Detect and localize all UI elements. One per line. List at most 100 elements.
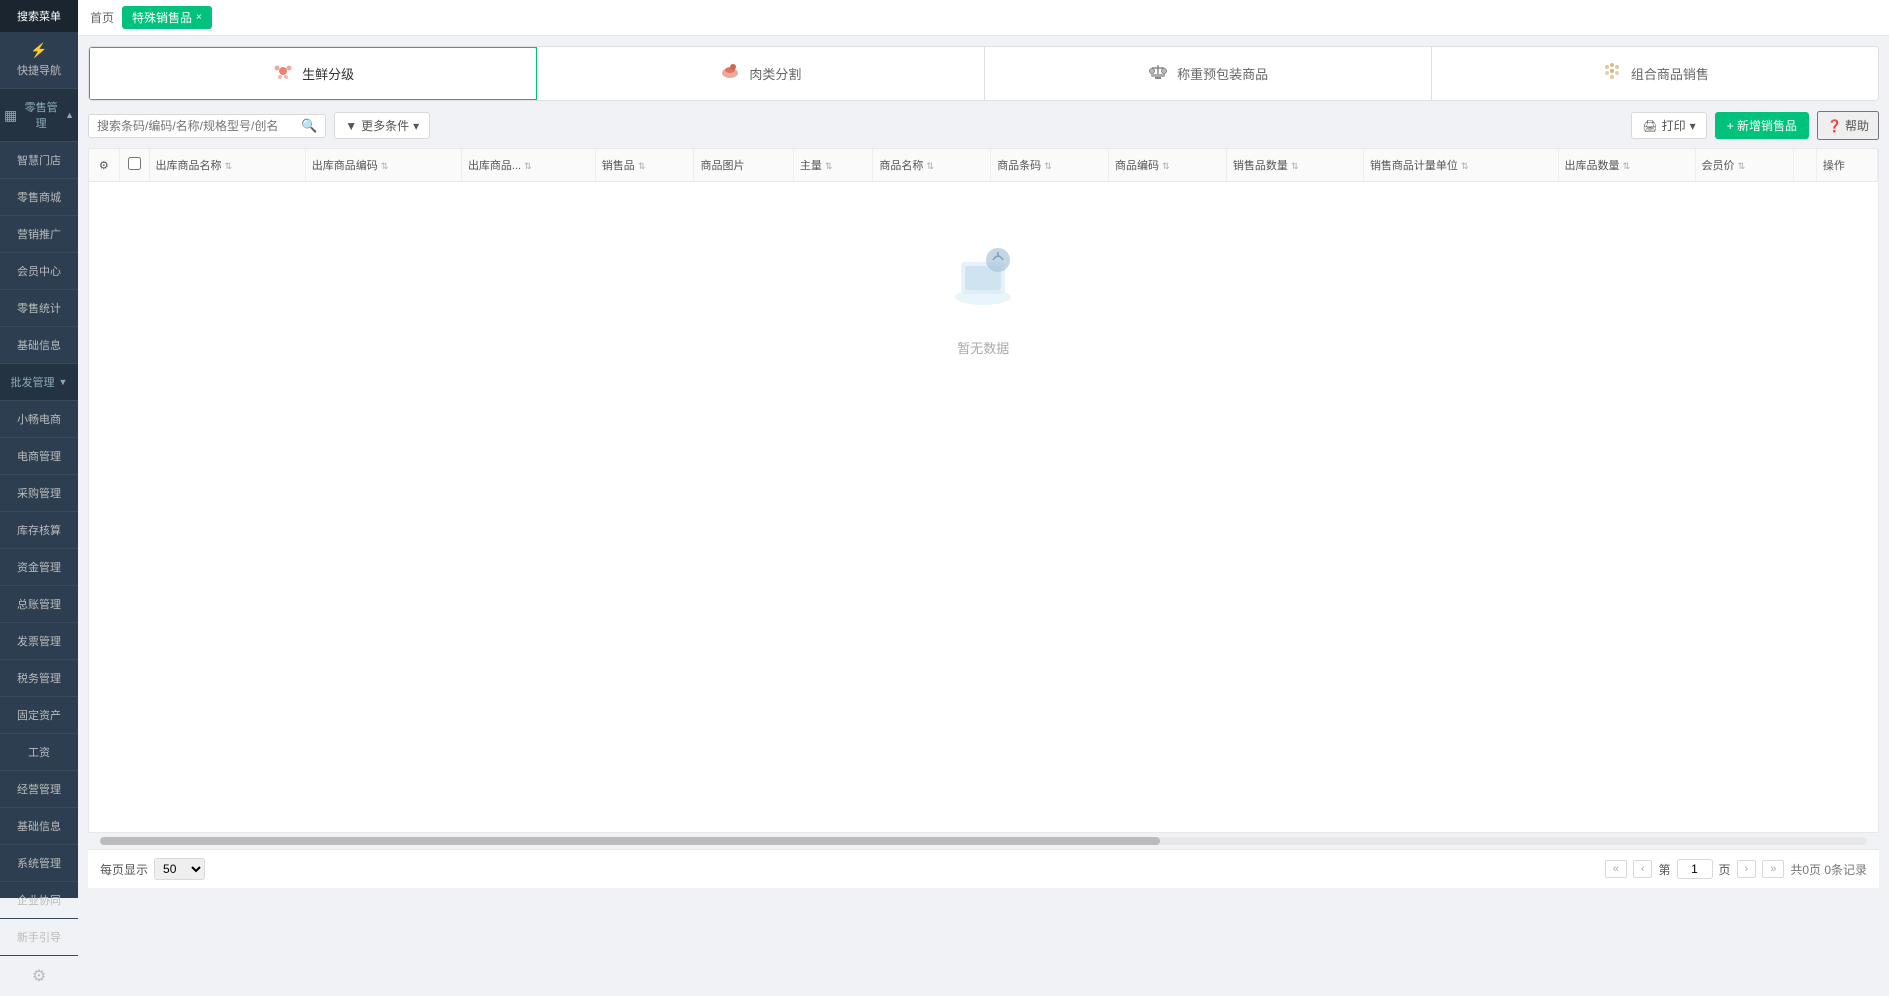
tab-scale[interactable]: 称重预包装商品 (985, 47, 1432, 100)
print-button[interactable]: 🖨 打印 ▾ (1631, 112, 1706, 139)
sidebar-item-quick-nav[interactable]: ⚡ 快捷导航 (0, 32, 78, 89)
retail-chevron: ▲ (65, 110, 74, 120)
page-size-select[interactable]: 10 20 50 100 (154, 858, 205, 880)
breadcrumb-home[interactable]: 首页 (90, 9, 114, 26)
search-input[interactable] (97, 119, 297, 133)
category-tabs: 生鲜分级 肉类分割 (88, 46, 1879, 101)
sort-arrows-10[interactable]: ⇅ (1461, 161, 1469, 171)
sidebar-item-ecom-small[interactable]: 小畅电商 (0, 401, 78, 438)
sidebar-item-invoice[interactable]: 发票管理 (0, 623, 78, 660)
sidebar-item-guide[interactable]: 新手引导 (0, 919, 78, 956)
sidebar-item-salary[interactable]: 工资 (0, 734, 78, 771)
empty-state: 暂无数据 (89, 182, 1878, 417)
sort-arrows-12[interactable]: ⇅ (1738, 161, 1746, 171)
page-unit: 页 (1719, 861, 1731, 878)
print-arrow: ▾ (1690, 119, 1696, 133)
sort-arrows-8[interactable]: ⇅ (1162, 161, 1170, 171)
add-sales-button[interactable]: + 新增销售品 (1715, 112, 1809, 139)
filter-arrow-icon: ▾ (413, 119, 419, 133)
first-page-button[interactable]: « (1605, 860, 1627, 878)
tab-combo[interactable]: 组合商品销售 (1432, 47, 1878, 100)
sidebar-item-ledger[interactable]: 总账管理 (0, 586, 78, 623)
sidebar-item-ecom-mgmt[interactable]: 电商管理 (0, 438, 78, 475)
tab-meat-label: 肉类分割 (749, 64, 801, 83)
sidebar-item-tax[interactable]: 税务管理 (0, 660, 78, 697)
last-page-button[interactable]: » (1762, 860, 1784, 878)
sidebar-item-assets[interactable]: 固定资产 (0, 697, 78, 734)
th-checkbox[interactable] (119, 149, 149, 182)
th-unit: 销售商品计量单位 ⇅ (1363, 149, 1558, 182)
search-icon[interactable]: 🔍 (301, 118, 317, 134)
page-label: 第 (1658, 861, 1670, 878)
sort-arrows-3[interactable]: ⇅ (524, 161, 532, 171)
quick-nav-icon: ⚡ (30, 42, 47, 59)
sort-arrows-11[interactable]: ⇅ (1623, 161, 1631, 171)
sidebar-logo[interactable]: 搜索菜单 (0, 0, 78, 32)
close-tab-icon[interactable]: × (196, 12, 202, 23)
scale-icon (1147, 60, 1169, 87)
meat-icon (719, 60, 741, 87)
retail-icon: ▦ (4, 107, 17, 124)
sidebar-item-enterprise[interactable]: 企业协同 (0, 882, 78, 919)
sidebar-item-finance[interactable]: 资金管理 (0, 549, 78, 586)
sidebar-item-members[interactable]: 会员中心 (0, 253, 78, 290)
quick-nav-label: 快捷导航 (17, 62, 61, 78)
th-settings[interactable]: ⚙ (89, 149, 119, 182)
tab-fresh[interactable]: 生鲜分级 (88, 46, 538, 101)
pagination-bar: 每页显示 10 20 50 100 « ‹ 第 页 › » 共0页 0条记录 (88, 849, 1879, 888)
sort-arrows[interactable]: ⇅ (225, 161, 233, 171)
th-product-name: 商品名称 ⇅ (873, 149, 991, 182)
table-container: ⚙ 出库商品名称 ⇅ 出库商品编码 ⇅ 出库 (88, 148, 1879, 833)
active-tab-label: 特殊销售品 (132, 9, 192, 26)
page-controls: « ‹ 第 页 › » 共0页 0条记录 (1605, 859, 1867, 879)
filter-button[interactable]: ▼ 更多条件 ▾ (334, 112, 430, 139)
next-page-button[interactable]: › (1737, 860, 1757, 878)
print-label: 打印 (1662, 117, 1686, 134)
sidebar-item-basic-info[interactable]: 基础信息 (0, 808, 78, 845)
help-button[interactable]: ❓ 帮助 (1817, 111, 1879, 140)
sidebar-item-system[interactable]: 系统管理 (0, 845, 78, 882)
sidebar-item-retail[interactable]: ▦ 零售管理 ▲ (0, 89, 78, 142)
select-all-checkbox[interactable] (128, 157, 141, 170)
sidebar-item-inventory[interactable]: 库存核算 (0, 512, 78, 549)
sort-arrows-9[interactable]: ⇅ (1291, 161, 1299, 171)
search-box: 🔍 (88, 114, 326, 138)
sort-arrows-6[interactable]: ⇅ (926, 161, 934, 171)
th-product-code: 商品编码 ⇅ (1109, 149, 1227, 182)
th-outbound-extra: 出库商品... ⇅ (461, 149, 595, 182)
sidebar-item-retail-stats[interactable]: 零售统计 (0, 290, 78, 327)
sidebar-item-marketing[interactable]: 营销推广 (0, 216, 78, 253)
sidebar-item-basic-info-retail[interactable]: 基础信息 (0, 327, 78, 364)
tab-meat[interactable]: 肉类分割 (537, 47, 984, 100)
table-body: 暂无数据 (89, 182, 1878, 418)
sidebar-gear-button[interactable]: ⚙ (0, 956, 78, 996)
add-label: + 新增销售品 (1727, 117, 1797, 134)
sidebar-item-retail-mall[interactable]: 零售商城 (0, 179, 78, 216)
th-member-price: 会员价 ⇅ (1695, 149, 1794, 182)
table-header: ⚙ 出库商品名称 ⇅ 出库商品编码 ⇅ 出库 (89, 149, 1878, 182)
bottom-scroll[interactable] (100, 837, 1867, 845)
page-size-selector: 每页显示 10 20 50 100 (100, 858, 205, 880)
sidebar: 搜索菜单 ⚡ 快捷导航 ▦ 零售管理 ▲ 智慧门店 零售商城 营销推广 会员中心… (0, 0, 78, 898)
empty-text: 暂无数据 (957, 338, 1009, 357)
tab-fresh-label: 生鲜分级 (302, 64, 354, 83)
help-icon: ❓ (1827, 119, 1842, 133)
top-bar: 首页 特殊销售品 × (78, 0, 1889, 36)
fresh-icon (272, 60, 294, 87)
sidebar-item-purchase[interactable]: 采购管理 (0, 475, 78, 512)
sort-arrows-2[interactable]: ⇅ (381, 161, 389, 171)
sort-arrows-7[interactable]: ⇅ (1044, 161, 1052, 171)
sidebar-item-operations[interactable]: 经营管理 (0, 771, 78, 808)
th-product-image: 商品图片 (694, 149, 793, 182)
page-input[interactable] (1677, 859, 1713, 879)
sort-arrows-5[interactable]: ⇅ (825, 161, 833, 171)
empty-icon (943, 242, 1023, 326)
active-tab[interactable]: 特殊销售品 × (122, 6, 212, 29)
sidebar-item-wholesale[interactable]: 批发管理 ▼ (0, 364, 78, 401)
prev-page-button[interactable]: ‹ (1633, 860, 1653, 878)
sort-arrows-4[interactable]: ⇅ (638, 161, 646, 171)
print-icon: 🖨 (1642, 119, 1657, 133)
sidebar-item-smart-store[interactable]: 智慧门店 (0, 142, 78, 179)
content-area: 生鲜分级 肉类分割 (78, 36, 1889, 898)
th-blank (1794, 149, 1817, 182)
